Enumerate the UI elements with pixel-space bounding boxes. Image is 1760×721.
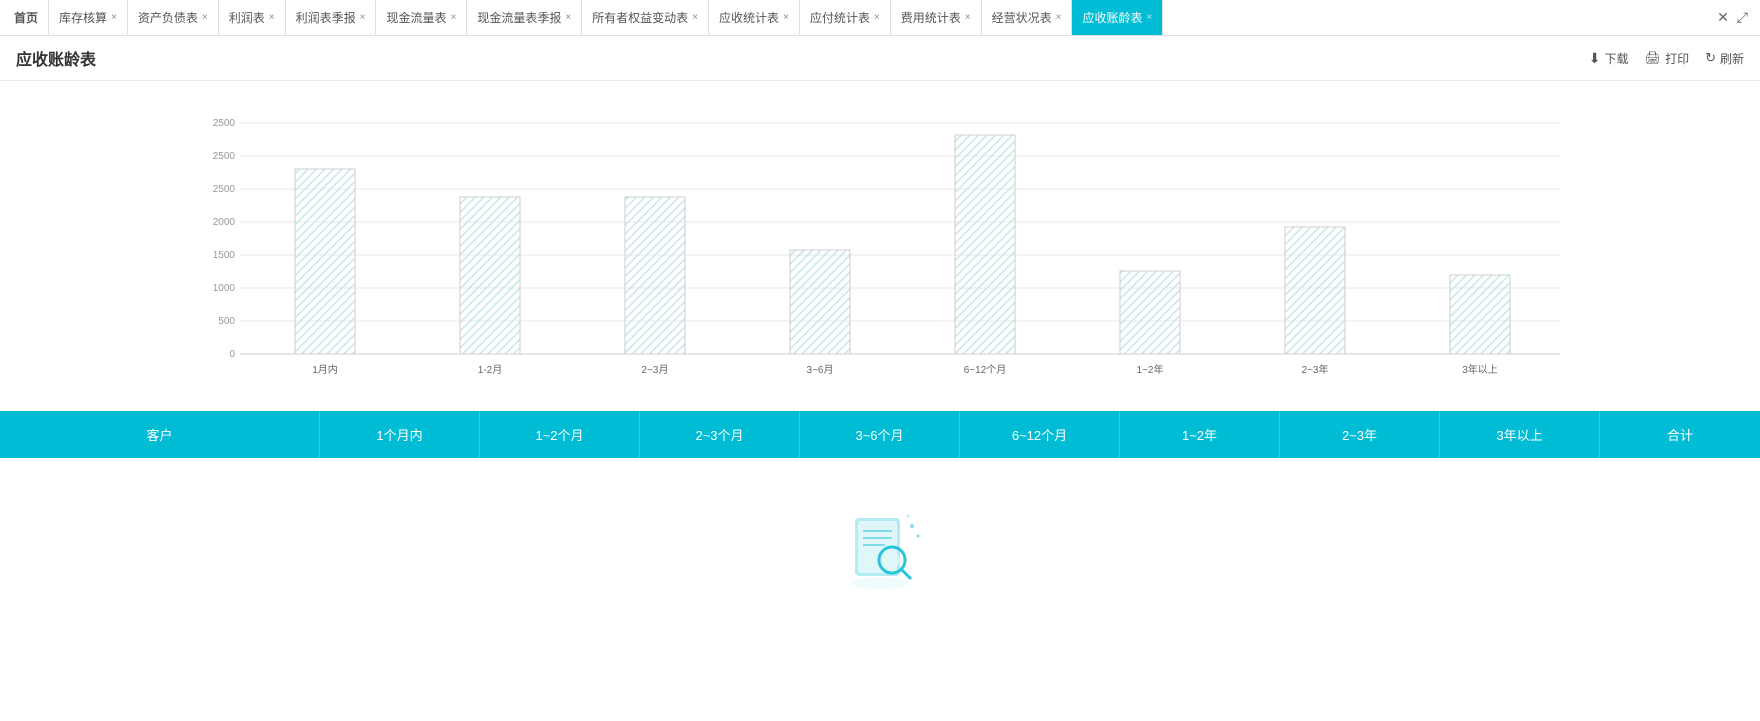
download-button[interactable]: ⬇ 下载	[1589, 50, 1629, 67]
bar-3year-plus	[1450, 275, 1510, 354]
tab-cashflow[interactable]: 现金流量表 ×	[376, 0, 467, 36]
tab-equity-label: 所有者权益变动表	[592, 9, 688, 26]
empty-state	[0, 458, 1760, 638]
x-label-3-6month: 3~6月	[807, 364, 834, 376]
bar-2-3month	[625, 197, 685, 354]
tab-profit-quarter[interactable]: 利润表季报 ×	[286, 0, 377, 36]
tab-ar-aging-close[interactable]: ×	[1146, 12, 1152, 23]
tab-inventory-close[interactable]: ×	[111, 12, 117, 23]
x-label-1month: 1月内	[312, 363, 338, 376]
tab-expense-stat-label: 费用统计表	[901, 9, 961, 26]
tab-balance-close[interactable]: ×	[202, 12, 208, 23]
bar-chart: 2500 2500 2500 2000 1500 1000 500 0	[30, 101, 1730, 401]
tab-ar-stat[interactable]: 应收统计表 ×	[709, 0, 800, 36]
chart-area: 2500 2500 2500 2000 1500 1000 500 0	[0, 81, 1760, 411]
tab-inventory-label: 库存核算	[59, 9, 107, 26]
y-label-2500a: 2500	[213, 118, 236, 129]
tab-cashflow-quarter-label: 现金流量表季报	[477, 9, 561, 26]
col-3-6month: 3~6个月	[800, 411, 960, 458]
tab-profit-label: 利润表	[229, 9, 265, 26]
tab-profit-quarter-label: 利润表季报	[296, 9, 356, 26]
tab-inventory[interactable]: 库存核算 ×	[49, 0, 128, 36]
col-1-2month: 1~2个月	[480, 411, 640, 458]
tab-cashflow-close[interactable]: ×	[450, 12, 456, 23]
tab-ar-aging[interactable]: 应收账龄表 ×	[1072, 0, 1163, 36]
print-icon: 🖨	[1645, 50, 1662, 66]
col-1month: 1个月内	[320, 411, 480, 458]
table-header: 客户 1个月内 1~2个月 2~3个月 3~6个月 6~12个月 1~2年 2~…	[0, 411, 1760, 458]
x-label-1-2month: 1-2月	[478, 364, 502, 376]
toolbar-actions: ⬇ 下载 🖨 打印 ↻ 刷新	[1589, 50, 1744, 67]
tab-ap-stat[interactable]: 应付统计表 ×	[800, 0, 891, 36]
download-icon: ⬇	[1589, 50, 1601, 67]
col-2-3year: 2~3年	[1280, 411, 1440, 458]
tab-home[interactable]: 首页	[4, 0, 49, 36]
download-label: 下载	[1605, 50, 1629, 67]
x-label-2-3month: 2~3月	[642, 364, 669, 376]
col-2-3month: 2~3个月	[640, 411, 800, 458]
y-label-500: 500	[218, 316, 235, 327]
bar-1-2month	[460, 197, 520, 354]
col-total: 合计	[1600, 411, 1760, 458]
minimize-button[interactable]: ✕	[1717, 9, 1729, 26]
tab-bar: 首页 库存核算 × 资产负债表 × 利润表 × 利润表季报 × 现金流量表 × …	[0, 0, 1760, 36]
window-controls: ✕ ⤢	[1717, 9, 1756, 26]
tab-equity[interactable]: 所有者权益变动表 ×	[582, 0, 709, 36]
y-label-1500: 1500	[213, 250, 236, 261]
tab-balance-label: 资产负债表	[138, 9, 198, 26]
tab-ap-stat-label: 应付统计表	[810, 9, 870, 26]
refresh-label: 刷新	[1720, 50, 1744, 67]
tab-ar-aging-label: 应收账龄表	[1082, 9, 1142, 26]
refresh-icon: ↻	[1705, 50, 1716, 66]
x-label-3year-plus: 3年以上	[1462, 363, 1498, 376]
tab-operation[interactable]: 经营状况表 ×	[982, 0, 1073, 36]
y-label-1000: 1000	[213, 283, 236, 294]
tab-cashflow-quarter[interactable]: 现金流量表季报 ×	[467, 0, 582, 36]
col-customer: 客户	[0, 411, 320, 458]
x-label-6-12month: 6~12个月	[964, 364, 1007, 376]
tab-ar-stat-label: 应收统计表	[719, 9, 779, 26]
toolbar: 应收账龄表 ⬇ 下载 🖨 打印 ↻ 刷新	[0, 36, 1760, 81]
page-title: 应收账龄表	[16, 46, 96, 70]
bar-1-2year	[1120, 271, 1180, 354]
tab-ap-stat-close[interactable]: ×	[874, 12, 880, 23]
main-content: 2500 2500 2500 2000 1500 1000 500 0	[0, 81, 1760, 721]
tab-cashflow-quarter-close[interactable]: ×	[565, 12, 571, 23]
x-label-1-2year: 1~2年	[1137, 363, 1164, 376]
maximize-button[interactable]: ⤢	[1737, 9, 1748, 26]
bar-3-6month	[790, 250, 850, 354]
refresh-button[interactable]: ↻ 刷新	[1705, 50, 1744, 67]
y-label-2500c: 2500	[213, 184, 236, 195]
tab-profit-quarter-close[interactable]: ×	[360, 12, 366, 23]
x-label-2-3year: 2~3年	[1302, 363, 1329, 376]
col-6-12month: 6~12个月	[960, 411, 1120, 458]
tab-balance[interactable]: 资产负债表 ×	[128, 0, 219, 36]
tab-expense-stat[interactable]: 费用统计表 ×	[891, 0, 982, 36]
tab-home-label: 首页	[14, 9, 38, 26]
tab-ar-stat-close[interactable]: ×	[783, 12, 789, 23]
tab-operation-label: 经营状况表	[992, 9, 1052, 26]
tab-cashflow-label: 现金流量表	[386, 9, 446, 26]
tab-profit-close[interactable]: ×	[269, 12, 275, 23]
y-label-2000: 2000	[213, 217, 236, 228]
tab-operation-close[interactable]: ×	[1056, 12, 1062, 23]
bar-1month	[295, 169, 355, 354]
col-1-2year: 1~2年	[1120, 411, 1280, 458]
tab-equity-close[interactable]: ×	[692, 12, 698, 23]
bar-2-3year	[1285, 227, 1345, 354]
y-label-0: 0	[229, 349, 235, 360]
print-button[interactable]: 🖨 打印	[1645, 50, 1690, 67]
bar-6-12month	[955, 135, 1015, 354]
print-label: 打印	[1665, 50, 1689, 67]
y-label-2500b: 2500	[213, 151, 236, 162]
tab-expense-stat-close[interactable]: ×	[965, 12, 971, 23]
empty-state-icon	[830, 498, 930, 598]
tab-profit[interactable]: 利润表 ×	[219, 0, 286, 36]
col-3year-plus: 3年以上	[1440, 411, 1600, 458]
